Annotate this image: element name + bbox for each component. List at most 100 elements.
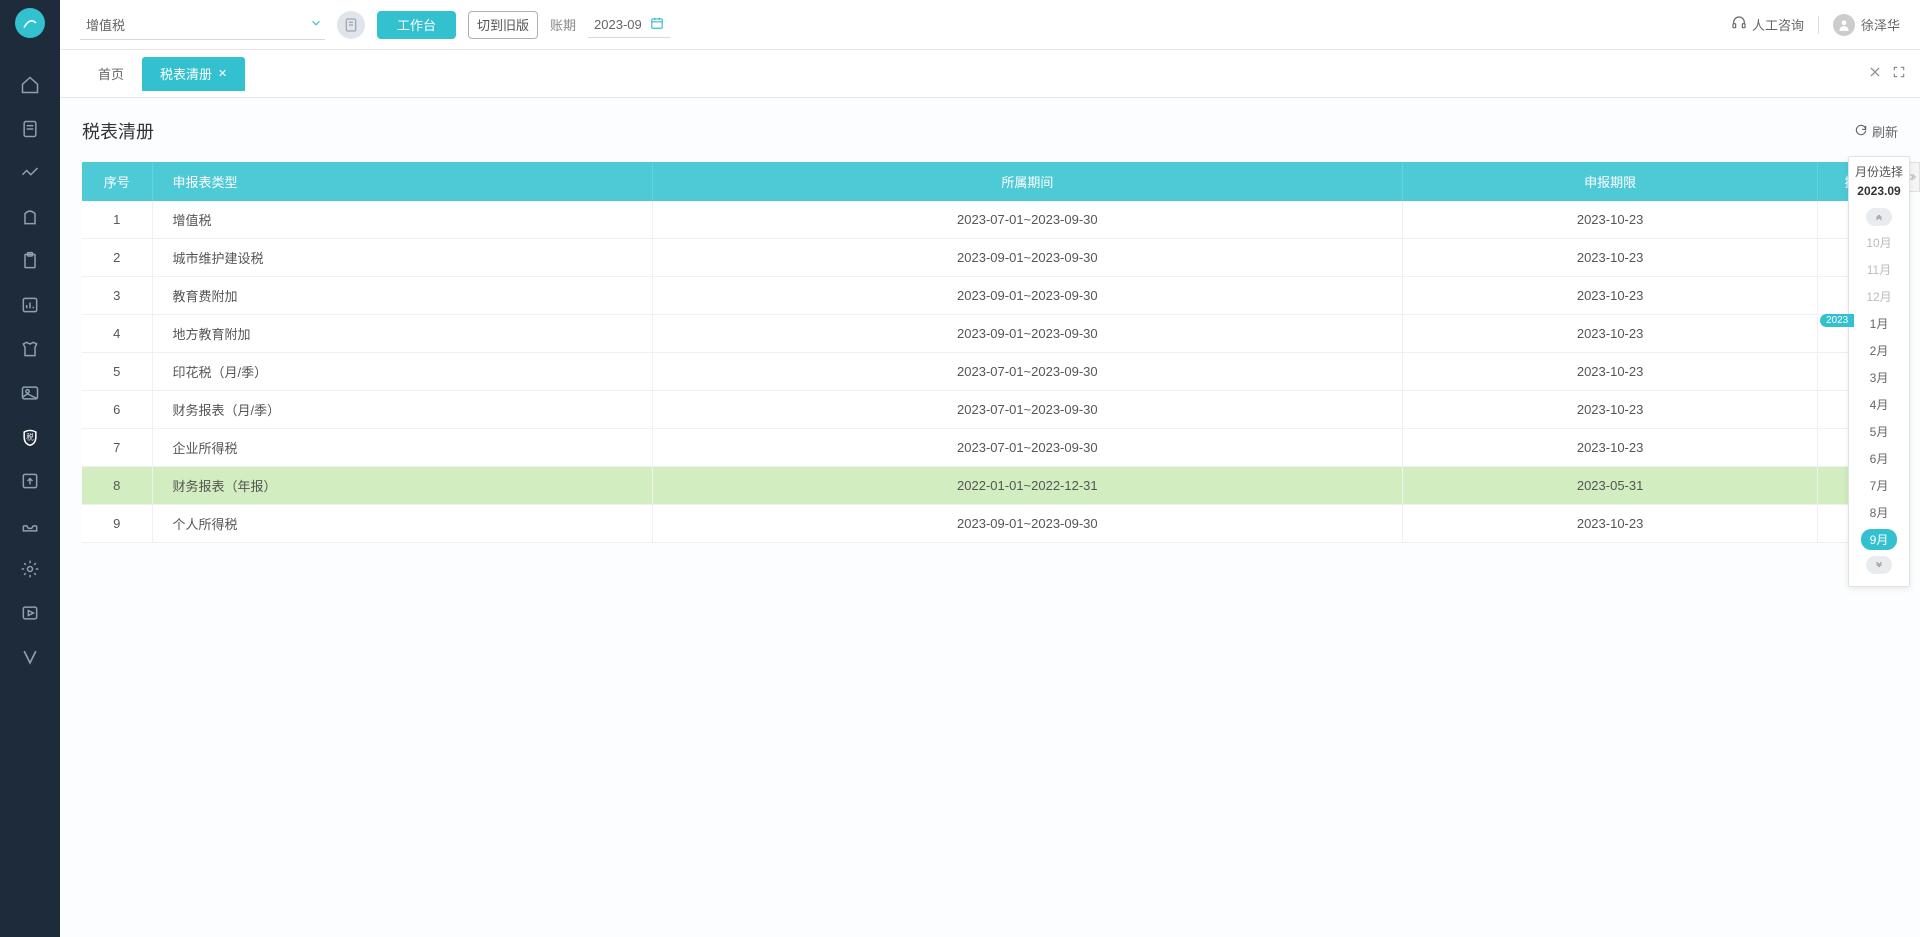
cell-deadline: 2023-10-23 [1403,315,1818,353]
cell-deadline: 2023-10-23 [1403,391,1818,429]
cell-seq: 4 [82,315,152,353]
nav-docs[interactable] [0,107,60,151]
cell-seq: 2 [82,239,152,277]
workbench-button[interactable]: 工作台 [377,11,456,39]
month-item: 10月 [1853,232,1905,253]
cell-period: 2023-09-01~2023-09-30 [652,277,1403,315]
cell-type: 增值税 [152,201,652,239]
table-row[interactable]: 3教育费附加2023-09-01~2023-09-302023-10-23 [82,277,1898,315]
cell-type: 地方教育附加 [152,315,652,353]
cell-period: 2023-07-01~2023-09-30 [652,201,1403,239]
cell-deadline: 2023-10-23 [1403,239,1818,277]
tab-tax-register[interactable]: 税表清册 ✕ [142,57,245,91]
cell-type: 财务报表（月/季） [152,391,652,429]
cell-period: 2022-01-01~2022-12-31 [652,467,1403,505]
tax-table: 序号 申报表类型 所属期间 申报期限 操作 1增值税2023-07-01~202… [82,162,1898,543]
table-row[interactable]: 6财务报表（月/季）2023-07-01~2023-09-302023-10-2… [82,391,1898,429]
cell-type: 企业所得税 [152,429,652,467]
cell-type: 教育费附加 [152,277,652,315]
chevron-down-icon [309,16,323,33]
table-row[interactable]: 4地方教育附加2023-09-01~2023-09-302023-10-23 [82,315,1898,353]
company-select[interactable]: 增值税 [80,10,325,40]
cell-period: 2023-09-01~2023-09-30 [652,315,1403,353]
nav-v[interactable] [0,635,60,679]
table-row[interactable]: 5印花税（月/季）2023-07-01~2023-09-302023-10-23 [82,353,1898,391]
month-panel-year: 2023.09 [1853,184,1905,204]
consult-link[interactable]: 人工咨询 [1731,15,1804,34]
cell-seq: 6 [82,391,152,429]
tabs-row: 首页 税表清册 ✕ [60,50,1920,98]
company-name: 增值税 [86,15,125,34]
page-title: 税表清册 [82,118,154,144]
table-row[interactable]: 7企业所得税2023-07-01~2023-09-302023-10-23 [82,429,1898,467]
avatar [1833,14,1855,36]
tab-home[interactable]: 首页 [80,57,142,91]
month-item[interactable]: 4月 [1853,394,1905,415]
cell-period: 2023-07-01~2023-09-30 [652,429,1403,467]
cell-seq: 1 [82,201,152,239]
month-item[interactable]: 6月 [1853,448,1905,469]
cell-seq: 5 [82,353,152,391]
table-row[interactable]: 2城市维护建设税2023-09-01~2023-09-302023-10-23 [82,239,1898,277]
table-row[interactable]: 9个人所得税2023-09-01~2023-09-302023-10-23 [82,505,1898,543]
month-item: 12月 [1853,286,1905,307]
month-item[interactable]: 5月 [1853,421,1905,442]
cell-period: 2023-07-01~2023-09-30 [652,353,1403,391]
svg-text:税: 税 [26,432,34,442]
nav-tax[interactable]: 税 [0,415,60,459]
period-value-text: 2023-09 [594,17,642,32]
content: 税表清册 刷新 序号 申报表类型 所属期间 申报期限 操作 1增值税2023-0… [60,98,1920,937]
nav-report[interactable] [0,283,60,327]
app-logo[interactable] [15,8,45,38]
nav-gallery[interactable] [0,371,60,415]
cell-deadline: 2023-05-31 [1403,467,1818,505]
cell-period: 2023-09-01~2023-09-30 [652,505,1403,543]
cell-type: 个人所得税 [152,505,652,543]
month-nav-up[interactable] [1866,208,1892,226]
month-nav-down[interactable] [1866,556,1892,574]
month-item[interactable]: 8月 [1853,502,1905,523]
switch-old-button[interactable]: 切到旧版 [468,11,538,39]
headset-icon [1731,15,1747,34]
nav-money[interactable] [0,195,60,239]
tab-home-label: 首页 [98,64,124,83]
month-item[interactable]: 1月 [1853,313,1905,334]
nav-home[interactable] [0,63,60,107]
nav-clipboard[interactable] [0,239,60,283]
cell-seq: 3 [82,277,152,315]
nav-video[interactable] [0,591,60,635]
fullscreen-icon[interactable] [1892,65,1906,82]
nav-settings[interactable] [0,547,60,591]
cell-deadline: 2023-10-23 [1403,505,1818,543]
month-item[interactable]: 7月 [1853,475,1905,496]
refresh-button[interactable]: 刷新 [1854,122,1898,141]
refresh-label: 刷新 [1872,122,1898,141]
user-menu[interactable]: 徐泽华 [1833,14,1900,36]
period-label: 账期 [550,15,576,34]
cell-seq: 9 [82,505,152,543]
cell-period: 2023-07-01~2023-09-30 [652,391,1403,429]
tab-close-panel-icon[interactable] [1868,65,1882,82]
nav-analytics[interactable] [0,151,60,195]
month-panel-title: 月份选择 [1853,163,1905,184]
nav-inbox[interactable] [0,503,60,547]
month-item[interactable]: 9月 [1861,529,1897,550]
table-row[interactable]: 1增值税2023-07-01~2023-09-302023-10-23 [82,201,1898,239]
period-picker[interactable]: 2023-09 [588,12,670,38]
cell-period: 2023-09-01~2023-09-30 [652,239,1403,277]
refresh-icon [1854,123,1868,140]
nav-shirt[interactable] [0,327,60,371]
header-divider [1818,16,1819,34]
notes-button[interactable] [337,11,365,39]
month-picker-panel: 月份选择 2023.09 2023 10月11月12月1月2月3月4月5月6月7… [1848,156,1910,587]
nav-upload[interactable] [0,459,60,503]
cell-seq: 7 [82,429,152,467]
month-item[interactable]: 3月 [1853,367,1905,388]
close-icon[interactable]: ✕ [218,67,227,80]
table-row[interactable]: 8财务报表（年报）2022-01-01~2022-12-312023-05-31 [82,467,1898,505]
month-item[interactable]: 2月 [1853,340,1905,361]
header: 增值税 工作台 切到旧版 账期 2023-09 人工咨询 徐泽华 [60,0,1920,50]
cell-deadline: 2023-10-23 [1403,277,1818,315]
cell-deadline: 2023-10-23 [1403,353,1818,391]
col-deadline: 申报期限 [1403,162,1818,201]
